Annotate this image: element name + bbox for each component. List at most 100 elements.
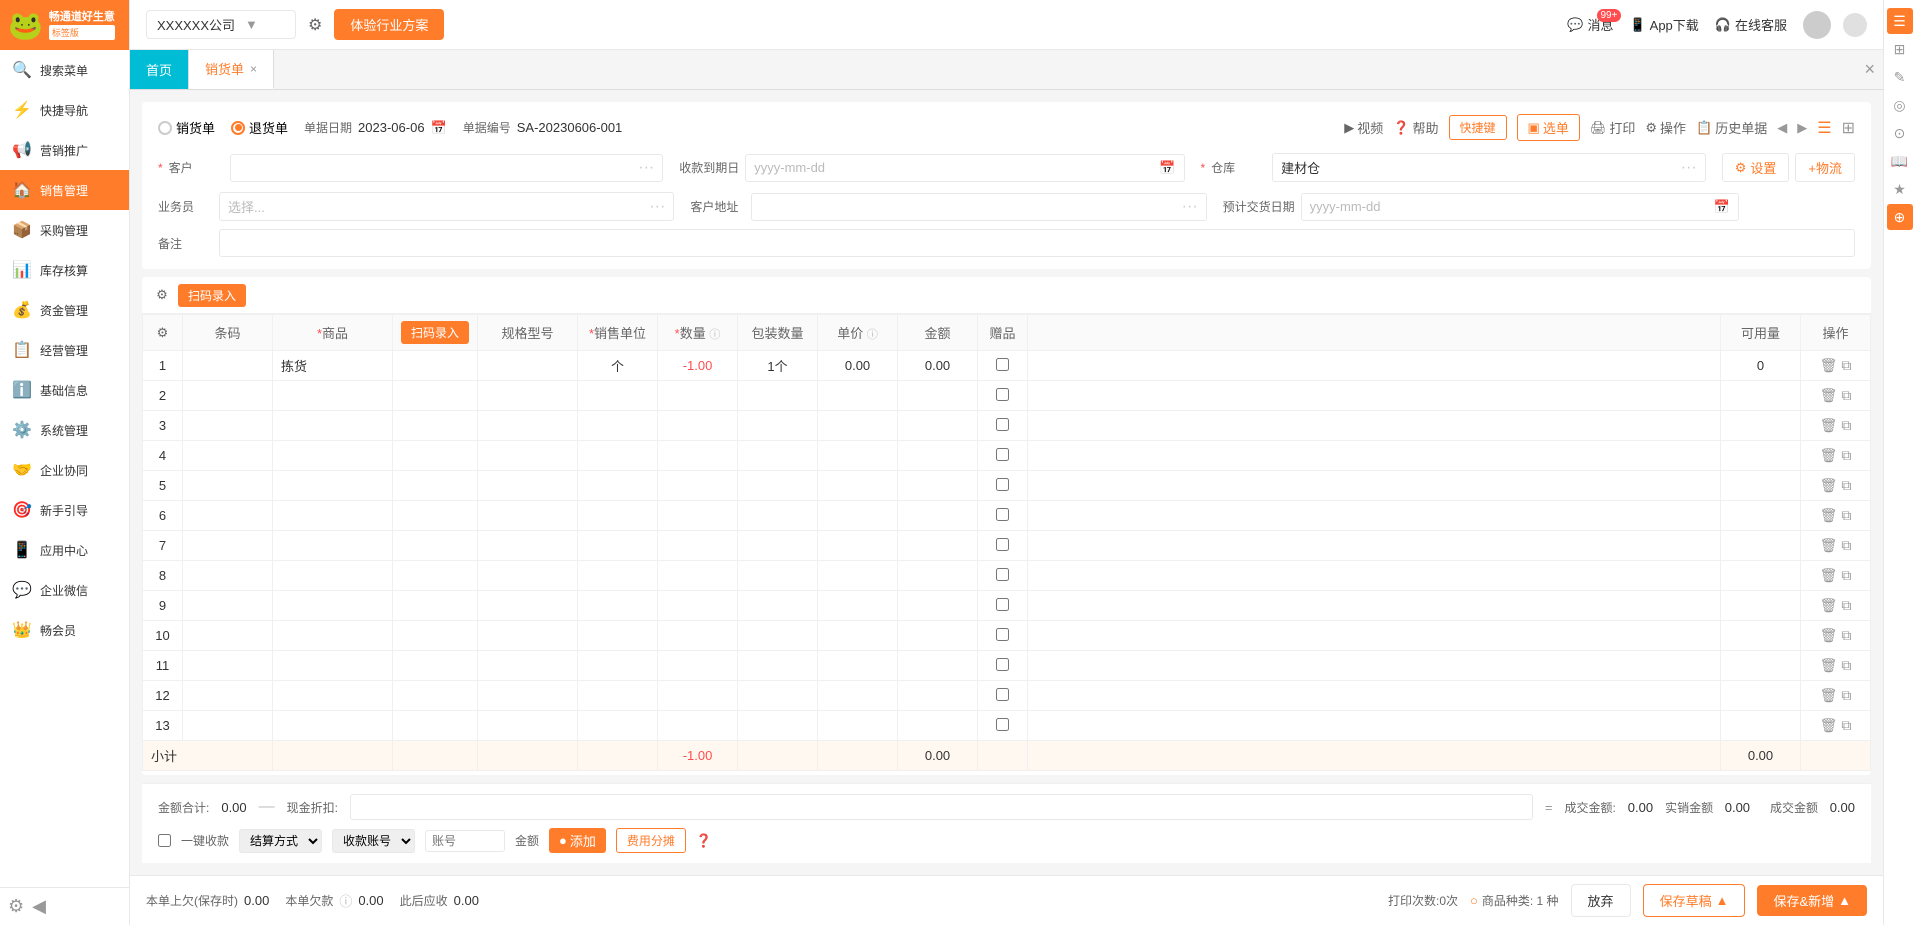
row-price[interactable] (818, 711, 898, 741)
row-barcode[interactable] (183, 621, 273, 651)
row-amount[interactable] (898, 501, 978, 531)
salesperson-input[interactable]: 选择... ··· (219, 192, 674, 221)
row-qty[interactable] (658, 471, 738, 501)
sidebar-item-membership[interactable]: 👑畅会员 (0, 610, 129, 650)
scan-btn-header[interactable]: 扫码录入 (401, 321, 469, 344)
footer-help-icon[interactable]: ❓ (696, 833, 712, 849)
row-gift[interactable] (978, 681, 1028, 711)
row-delete-btn[interactable]: 🗑 (1820, 657, 1838, 674)
row-pkgqty[interactable] (738, 711, 818, 741)
sidebar-item-purchase[interactable]: 📦采购管理 (0, 210, 129, 250)
row-spec[interactable] (478, 471, 578, 501)
view-list-icon[interactable]: ☰ (1817, 118, 1831, 138)
row-product[interactable] (273, 471, 393, 501)
remark-input[interactable] (219, 229, 1855, 257)
row-product[interactable] (273, 561, 393, 591)
row-price[interactable] (818, 411, 898, 441)
row-pkgqty[interactable] (738, 471, 818, 501)
row-amount[interactable] (898, 681, 978, 711)
row-barcode[interactable] (183, 681, 273, 711)
table-settings-icon[interactable]: ⚙ (150, 283, 174, 307)
customer-input[interactable]: ··· (230, 154, 664, 182)
row-barcode[interactable] (183, 531, 273, 561)
sidebar-item-sales[interactable]: 🏠销售管理 (0, 170, 129, 210)
row-copy-btn[interactable]: ⧉ (1841, 537, 1851, 554)
right-panel-list-btn[interactable]: ☰ (1887, 8, 1913, 34)
row-copy-btn[interactable]: ⧉ (1841, 717, 1851, 734)
message-item[interactable]: 💬 消息 99+ (1567, 15, 1613, 34)
tab-home[interactable]: 首页 (130, 50, 189, 89)
amount-help-icon[interactable]: — (259, 798, 275, 816)
sidebar-item-corp-wechat[interactable]: 💬企业微信 (0, 570, 129, 610)
row-amount[interactable] (898, 711, 978, 741)
row-spec[interactable] (478, 501, 578, 531)
row-unit[interactable] (578, 501, 658, 531)
row-pkgqty[interactable] (738, 381, 818, 411)
warehouse-input[interactable]: 建材仓 ··· (1272, 153, 1706, 182)
right-panel-eye-btn[interactable]: ◎ (1887, 92, 1913, 118)
user-avatar-extra[interactable] (1843, 13, 1867, 37)
addr-dots[interactable]: ··· (1182, 198, 1198, 216)
row-pkgqty[interactable] (738, 681, 818, 711)
due-date-calendar[interactable]: 📅 (1159, 160, 1175, 176)
row-qty[interactable]: -1.00 (658, 351, 738, 381)
row-qty[interactable] (658, 681, 738, 711)
scan-btn[interactable]: 扫码录入 (178, 284, 246, 307)
right-panel-book-btn[interactable]: 📖 (1887, 148, 1913, 174)
row-price[interactable] (818, 591, 898, 621)
row-gift[interactable] (978, 531, 1028, 561)
row-barcode[interactable] (183, 411, 273, 441)
row-barcode[interactable] (183, 441, 273, 471)
row-copy-btn[interactable]: ⧉ (1841, 417, 1851, 434)
nav-prev-icon[interactable]: ◀ (1777, 120, 1787, 136)
row-price[interactable] (818, 531, 898, 561)
row-qty[interactable] (658, 441, 738, 471)
row-unit[interactable] (578, 411, 658, 441)
row-gift[interactable] (978, 621, 1028, 651)
row-unit[interactable] (578, 681, 658, 711)
radio-sales-order[interactable]: 销货单 (158, 118, 215, 137)
row-amount[interactable] (898, 621, 978, 651)
row-spec[interactable] (478, 381, 578, 411)
row-copy-btn[interactable]: ⧉ (1841, 567, 1851, 584)
row-amount[interactable] (898, 471, 978, 501)
row-barcode[interactable] (183, 381, 273, 411)
discard-btn[interactable]: 放弃 (1571, 884, 1631, 917)
row-barcode[interactable] (183, 351, 273, 381)
row-unit[interactable] (578, 561, 658, 591)
sidebar-item-app-center[interactable]: 📱应用中心 (0, 530, 129, 570)
app-download-item[interactable]: 📱 App下载 (1629, 15, 1698, 34)
nav-next-icon[interactable]: ▶ (1797, 120, 1807, 136)
row-qty[interactable] (658, 501, 738, 531)
online-service-item[interactable]: 🎧 在线客服 (1715, 15, 1787, 34)
row-copy-btn[interactable]: ⧉ (1841, 387, 1851, 404)
row-copy-btn[interactable]: ⧉ (1841, 357, 1851, 374)
order-no-value[interactable]: SA-20230606-001 (517, 120, 623, 135)
sidebar-item-finance[interactable]: 💰资金管理 (0, 290, 129, 330)
row-spec[interactable] (478, 621, 578, 651)
expense-split-btn[interactable]: 费用分摊 (616, 828, 686, 853)
history-link[interactable]: 📋 历史单据 (1696, 118, 1767, 137)
company-selector[interactable]: XXXXXX公司 ▼ (146, 10, 296, 39)
calendar-icon[interactable]: 📅 (431, 120, 447, 136)
sidebar-item-operations[interactable]: 📋经营管理 (0, 330, 129, 370)
salesperson-dots[interactable]: ··· (649, 198, 665, 216)
customer-dots[interactable]: ··· (638, 159, 654, 177)
row-qty[interactable] (658, 621, 738, 651)
row-qty[interactable] (658, 561, 738, 591)
row-product[interactable] (273, 531, 393, 561)
row-qty[interactable] (658, 651, 738, 681)
row-price[interactable]: 0.00 (818, 351, 898, 381)
row-spec[interactable] (478, 711, 578, 741)
row-barcode[interactable] (183, 501, 273, 531)
row-unit[interactable] (578, 471, 658, 501)
row-price[interactable] (818, 621, 898, 651)
row-gift[interactable] (978, 381, 1028, 411)
row-delete-btn[interactable]: 🗑 (1820, 507, 1838, 524)
settings-btn[interactable]: ⚙ 设置 (1722, 153, 1790, 182)
row-product[interactable] (273, 711, 393, 741)
right-panel-orange-btn[interactable]: ⊕ (1887, 204, 1913, 230)
row-qty[interactable] (658, 411, 738, 441)
row-copy-btn[interactable]: ⧉ (1841, 687, 1851, 704)
row-price[interactable] (818, 441, 898, 471)
